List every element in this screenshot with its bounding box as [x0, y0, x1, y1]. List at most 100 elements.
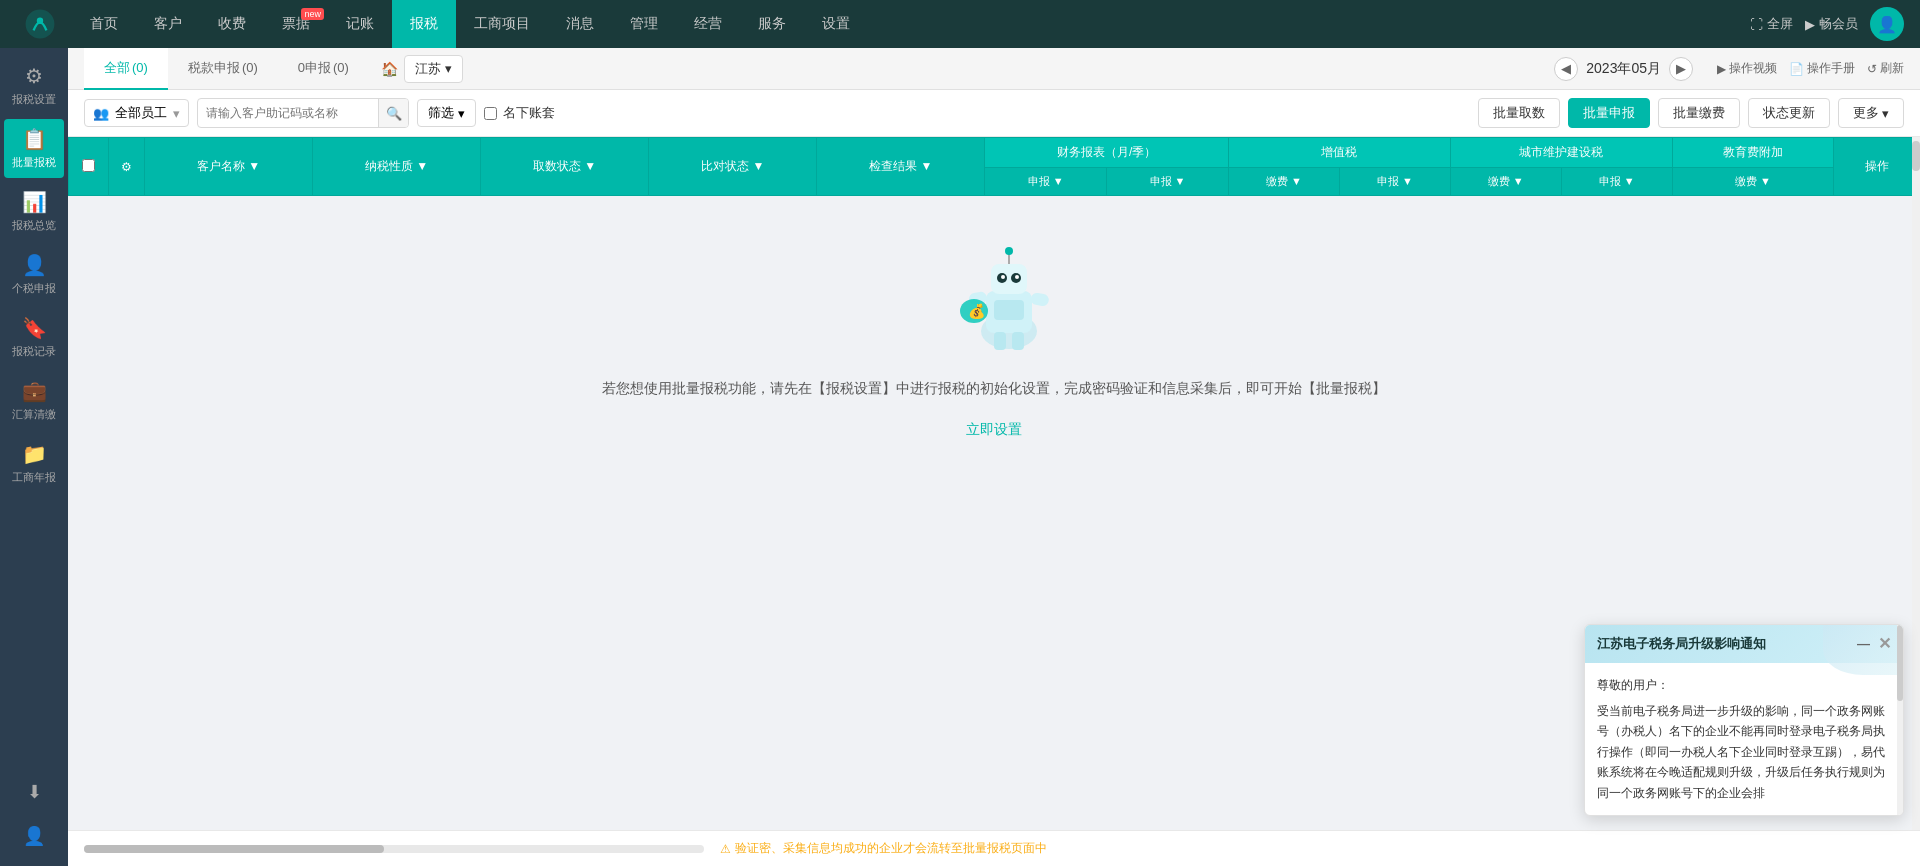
sidebar-item-tax-settings[interactable]: ⚙ 报税设置 [4, 56, 64, 115]
notification-panel: 江苏电子税务局升级影响通知 — ✕ 尊敬的用户： 受当前电子税务局进一步升级的影… [1584, 624, 1904, 816]
current-date: 2023年05月 [1586, 60, 1661, 78]
empty-state: 💰 若您想使用批量报税功能，请先在【报税设置】中进行报税的初始化设置，完成密码验… [68, 196, 1920, 479]
th-edu-declare: 申报 ▼ [1561, 168, 1672, 196]
th-financial-report: 财务报表（月/季） [985, 138, 1229, 168]
sidebar-item-settlement[interactable]: 💼 汇算清缴 [4, 371, 64, 430]
th-fetch-status: 取数状态 ▼ [481, 138, 649, 196]
nav-message[interactable]: 消息 [548, 0, 612, 48]
avatar[interactable]: 👤 [1870, 7, 1904, 41]
notification-body: 尊敬的用户： 受当前电子税务局进一步升级的影响，同一个政务网账号（办税人）名下的… [1585, 663, 1903, 815]
th-tax-type: 纳税性质 ▼ [313, 138, 481, 196]
tabs-bar: 全部(0) 税款申报(0) 0申报(0) 🏠 江苏 ▾ ◀ 2023年05月 ▶ [68, 48, 1920, 90]
logo[interactable] [16, 0, 64, 48]
th-city-pay: 缴费 ▼ [1450, 168, 1561, 196]
svg-rect-16 [994, 332, 1006, 350]
vip-btn[interactable]: ▶ 畅会员 [1805, 15, 1858, 33]
th-vat: 增值税 [1228, 138, 1450, 168]
fullscreen-btn[interactable]: ⛶ 全屏 [1750, 15, 1793, 33]
tab-right-actions: ▶ 操作视频 📄 操作手册 ↺ 刷新 [1717, 60, 1904, 77]
sidebar-item-tax-records[interactable]: 🔖 报税记录 [4, 308, 64, 367]
th-operation: 操作 [1834, 138, 1920, 196]
sidebar-item-tax-overview[interactable]: 📊 报税总览 [4, 182, 64, 241]
setup-link[interactable]: 立即设置 [966, 421, 1022, 439]
sidebar: ⚙ 报税设置 📋 批量报税 📊 报税总览 👤 个税申报 🔖 报税记录 💼 汇算清… [0, 48, 68, 866]
th-settings[interactable]: ⚙ [109, 138, 145, 196]
select-all-checkbox[interactable] [82, 159, 95, 172]
nav-billing[interactable]: 收费 [200, 0, 264, 48]
nav-manage[interactable]: 管理 [612, 0, 676, 48]
warning-icon: ⚠ [720, 842, 731, 856]
th-vat-declare: 申报 ▼ [1107, 168, 1229, 196]
th-checkbox[interactable] [69, 138, 109, 196]
batch-declare-button[interactable]: 批量申报 [1568, 98, 1650, 128]
nav-settings[interactable]: 设置 [804, 0, 868, 48]
status-update-button[interactable]: 状态更新 [1748, 98, 1830, 128]
top-nav-right: ⛶ 全屏 ▶ 畅会员 👤 [1750, 7, 1904, 41]
download-icon[interactable]: ⬇ [16, 774, 52, 810]
batch-tax-icon: 📋 [22, 127, 47, 151]
nav-customer[interactable]: 客户 [136, 0, 200, 48]
svg-rect-11 [994, 300, 1024, 320]
nav-invoice[interactable]: 票据 new [264, 0, 328, 48]
search-wrap: 🔍 [197, 98, 409, 128]
dropdown-icon: ▾ [173, 106, 180, 121]
accounts-checkbox[interactable] [484, 107, 497, 120]
more-chevron-icon: ▾ [1882, 106, 1889, 121]
prev-month-btn[interactable]: ◀ [1554, 57, 1578, 81]
user-profile-icon[interactable]: 👤 [16, 818, 52, 854]
notification-minimize-btn[interactable]: — [1857, 636, 1870, 651]
doc-icon: 📄 [1789, 62, 1804, 76]
more-button[interactable]: 更多 ▾ [1838, 98, 1904, 128]
svg-rect-4 [991, 264, 1027, 294]
sidebar-item-batch-tax[interactable]: 📋 批量报税 [4, 119, 64, 178]
svg-rect-17 [1012, 332, 1024, 350]
tab-zero-declaration[interactable]: 0申报(0) [278, 48, 369, 90]
chevron-down-icon: ▾ [445, 61, 452, 76]
nav-tax[interactable]: 报税 [392, 0, 456, 48]
notification-body-text: 受当前电子税务局进一步升级的影响，同一个政务网账号（办税人）名下的企业不能再同时… [1597, 701, 1891, 803]
svg-point-8 [1015, 275, 1019, 279]
warning-text: ⚠ 验证密、采集信息均成功的企业才会流转至批量报税页面中 [720, 840, 1047, 857]
next-month-btn[interactable]: ▶ [1669, 57, 1693, 81]
employee-selector[interactable]: 👥 全部员工 ▾ [84, 99, 189, 127]
table-scrollbar[interactable] [1912, 137, 1920, 830]
tax-settings-icon: ⚙ [25, 64, 43, 88]
nav-home[interactable]: 首页 [72, 0, 136, 48]
refresh-btn[interactable]: ↺ 刷新 [1867, 60, 1904, 77]
batch-fetch-button[interactable]: 批量取数 [1478, 98, 1560, 128]
sidebar-item-annual-report[interactable]: 📁 工商年报 [4, 434, 64, 493]
search-input[interactable] [198, 102, 378, 124]
nav-operation[interactable]: 经营 [676, 0, 740, 48]
play-icon: ▶ [1717, 62, 1726, 76]
video-tutorial-btn[interactable]: ▶ 操作视频 [1717, 60, 1777, 77]
nav-accounting[interactable]: 记账 [328, 0, 392, 48]
tab-tax-declaration[interactable]: 税款申报(0) [168, 48, 278, 90]
th-edu-tax: 教育费附加 [1672, 138, 1833, 168]
sidebar-item-personal-tax[interactable]: 👤 个税申报 [4, 245, 64, 304]
nav-business[interactable]: 工商项目 [456, 0, 548, 48]
top-navigation: 首页 客户 收费 票据 new 记账 报税 工商项目 消息 管理 经营 服务 设… [0, 0, 1920, 48]
nav-service[interactable]: 服务 [740, 0, 804, 48]
filter-chevron-icon: ▾ [458, 106, 465, 121]
search-button[interactable]: 🔍 [378, 99, 408, 127]
th-financial-declare: 申报 ▼ [985, 168, 1107, 196]
settlement-icon: 💼 [22, 379, 47, 403]
notification-title: 江苏电子税务局升级影响通知 [1597, 635, 1766, 653]
tab-all[interactable]: 全部(0) [84, 48, 168, 90]
accounts-checkbox-label[interactable]: 名下账套 [484, 104, 555, 122]
region-selector[interactable]: 江苏 ▾ [404, 55, 463, 83]
horizontal-scrollbar[interactable] [84, 845, 704, 853]
manual-btn[interactable]: 📄 操作手册 [1789, 60, 1855, 77]
svg-point-7 [1001, 275, 1005, 279]
th-city-declare: 申报 ▼ [1339, 168, 1450, 196]
toolbar-right: 批量取数 批量申报 批量缴费 状态更新 更多 ▾ [1478, 98, 1904, 128]
notification-scrollbar[interactable] [1897, 625, 1903, 815]
batch-pay-button[interactable]: 批量缴费 [1658, 98, 1740, 128]
svg-rect-13 [1030, 292, 1050, 307]
horizontal-scrollbar-thumb [84, 845, 384, 853]
date-navigation: ◀ 2023年05月 ▶ [1554, 57, 1693, 81]
th-edu-pay: 缴费 ▼ [1672, 168, 1833, 196]
notification-close-btn[interactable]: ✕ [1878, 636, 1891, 652]
filter-button[interactable]: 筛选 ▾ [417, 99, 476, 127]
th-client-name: 客户名称 ▼ [145, 138, 313, 196]
